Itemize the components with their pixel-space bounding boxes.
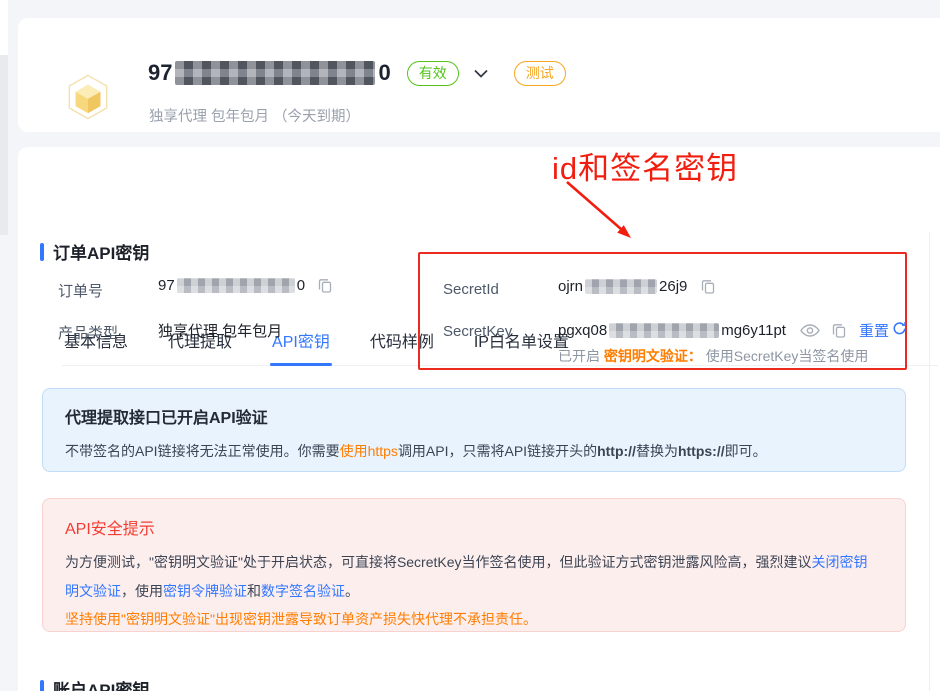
warning-body: 为方便测试，"密钥明文验证"处于开启状态，可直接将SecretKey当作签名使用… <box>65 548 873 606</box>
reset-secret-key-button[interactable]: 重置 <box>859 320 907 341</box>
liability-statement: 坚持使用"密钥明文验证"出现密钥泄露导致订单资产损失快代理不承担责任。 <box>65 606 905 633</box>
token-verification-link[interactable]: 密钥令牌验证 <box>163 583 247 599</box>
api-verification-info-box: 代理提取接口已开启API验证 不带签名的API链接将无法正常使用。你需要使用ht… <box>42 388 906 472</box>
section-accent-bar <box>40 680 44 691</box>
order-no-label: 订单号 <box>58 280 103 301</box>
order-title-row: 97 0 有效 测试 <box>148 60 566 86</box>
api-security-warning-box: API安全提示 为方便测试，"密钥明文验证"处于开启状态，可直接将SecretK… <box>42 498 906 632</box>
plaintext-verification-highlight: 密钥明文验证： <box>604 348 702 364</box>
product-type-label: 产品类型 <box>58 322 118 343</box>
order-api-key-section-title: 订单API密钥 <box>40 239 149 264</box>
chevron-down-icon[interactable] <box>474 69 488 78</box>
censored-order-id <box>175 61 375 85</box>
signature-verification-link[interactable]: 数字签名验证 <box>261 583 345 599</box>
order-id: 97 0 <box>148 60 391 86</box>
section-accent-bar <box>40 243 44 261</box>
order-header-card: 97 0 有效 测试 独享代理 包年包月 （今天到期） <box>18 18 940 132</box>
info-box-title: 代理提取接口已开启API验证 <box>65 404 883 428</box>
order-id-prefix: 97 <box>148 60 172 86</box>
page: 970 有效 测试 独享代理 包年包月 （今天到期） 基本信息 代理提取 API… <box>0 0 940 691</box>
plaintext-verification-note: 已开启 密钥明文验证： 使用SecretKey当签名使用 <box>558 346 868 366</box>
product-type-value: 独享代理 包年包月 <box>158 320 282 341</box>
order-id-suffix: 0 <box>378 60 390 86</box>
secret-key-value: pgxq08mg6y11pt 重置 <box>558 320 907 341</box>
secret-key-label: SecretKey <box>443 323 512 340</box>
env-badge: 测试 <box>514 61 566 86</box>
scrollbar-track[interactable] <box>929 232 930 691</box>
order-subtitle: 独享代理 包年包月 （今天到期） <box>149 105 360 126</box>
censored-order-no <box>177 278 295 293</box>
show-secret-key-eye-icon[interactable] <box>800 323 820 338</box>
annotation-arrow <box>552 174 652 248</box>
info-box-body: 不带签名的API链接将无法正常使用。你需要使用https调用API，只需将API… <box>65 441 883 461</box>
copy-secret-key-icon[interactable] <box>831 322 847 339</box>
status-badge: 有效 <box>407 61 459 86</box>
account-api-key-section-title: 账户API密钥 <box>40 676 149 691</box>
secret-id-value: ojrn26j9 <box>558 278 716 295</box>
order-no-value: 970 <box>158 277 333 294</box>
secret-id-label: SecretId <box>443 281 499 298</box>
censored-secret-key <box>609 323 719 338</box>
cube-icon <box>65 74 111 120</box>
censored-secret-id <box>585 279 657 294</box>
use-https-link[interactable]: 使用https <box>340 443 398 459</box>
copy-order-no-icon[interactable] <box>317 277 333 294</box>
left-edge-artifact-2 <box>0 55 8 235</box>
refresh-icon <box>892 321 907 340</box>
warning-title: API安全提示 <box>65 515 883 539</box>
copy-secret-id-icon[interactable] <box>700 278 716 295</box>
left-edge-artifact <box>0 0 8 55</box>
